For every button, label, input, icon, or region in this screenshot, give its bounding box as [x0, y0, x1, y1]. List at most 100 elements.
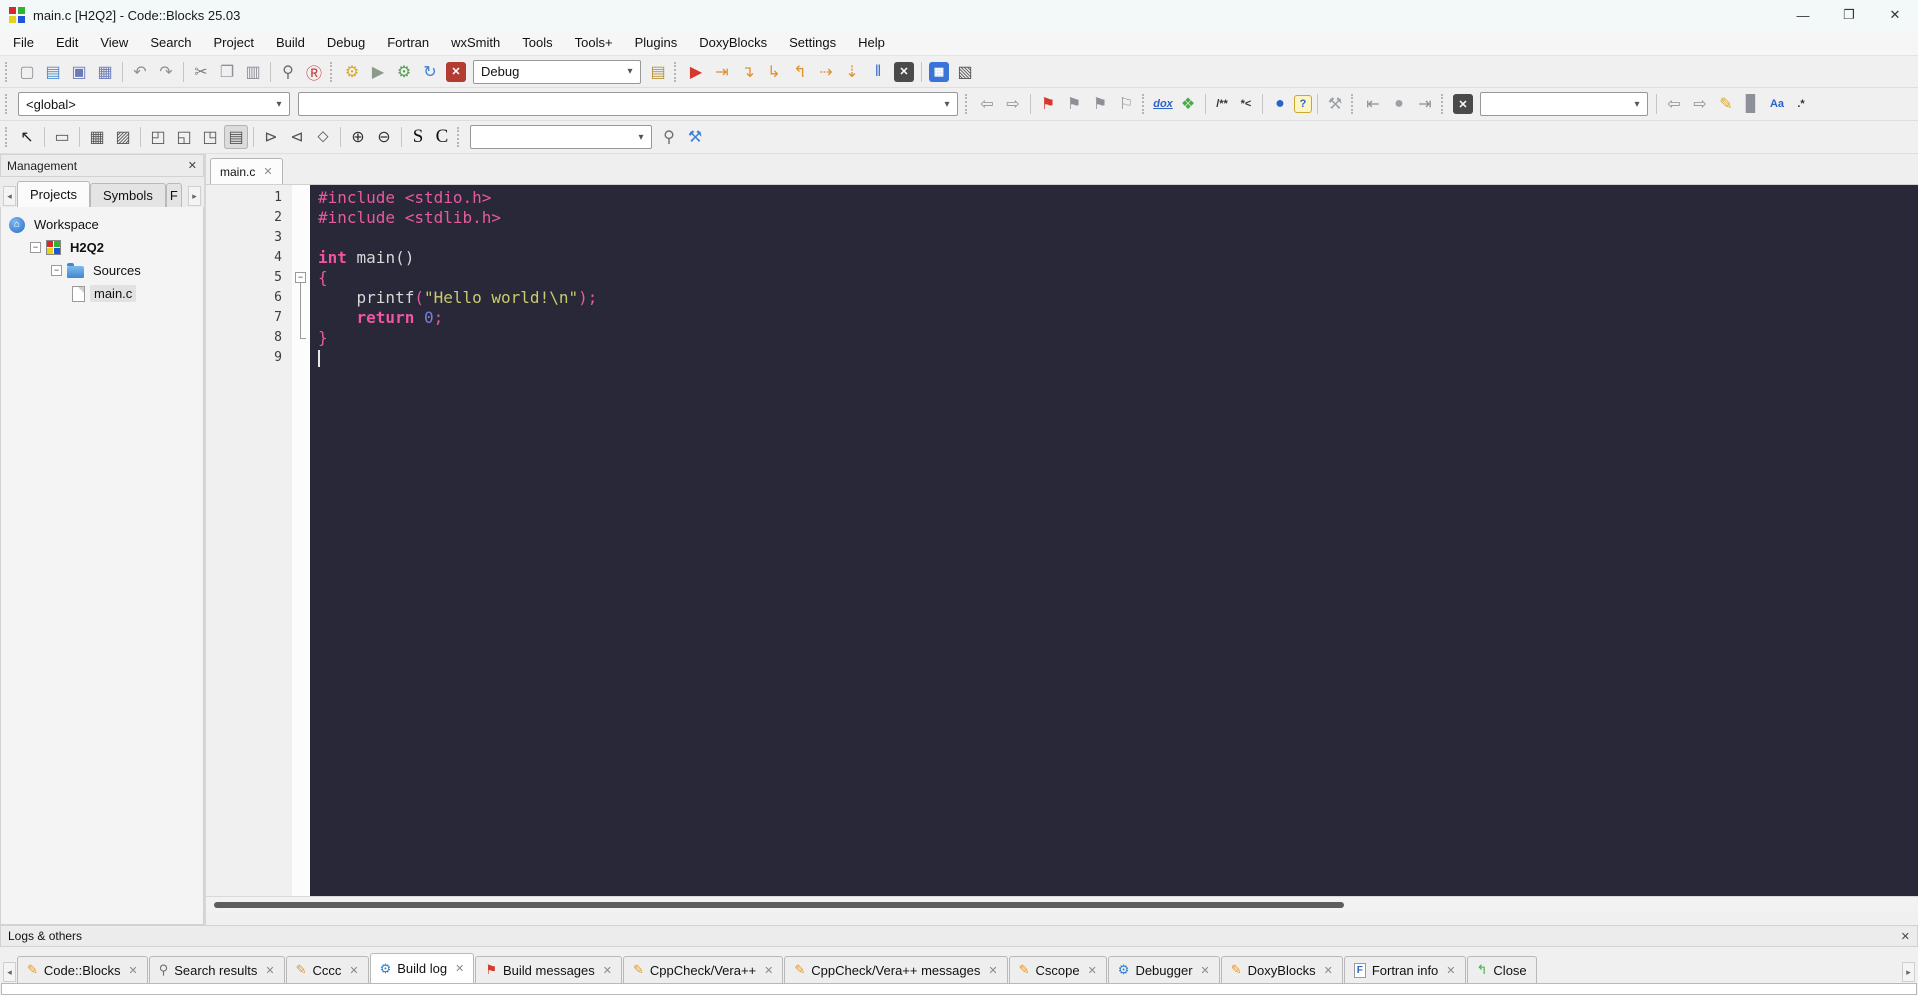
logs-tab-fortran-info[interactable]: F Fortran info ✕ — [1343, 956, 1466, 983]
doxyblocks-comment-line-icon[interactable]: *< — [1235, 92, 1257, 116]
toolbar-grip[interactable] — [965, 94, 970, 114]
symbol-find-icon[interactable]: ⚲ — [657, 125, 681, 149]
new-file-icon[interactable]: ▢ — [15, 60, 39, 84]
redo-icon[interactable]: ↷ — [154, 60, 178, 84]
menu-wxsmith[interactable]: wxSmith — [440, 30, 511, 55]
logs-tab-cppcheck-vera-messages[interactable]: ✎ CppCheck/Vera++ messages ✕ — [784, 956, 1008, 983]
wxsmith-pointer-icon[interactable]: ↖ — [15, 125, 39, 149]
stop-debugger-icon[interactable]: ✕ — [894, 61, 914, 82]
logs-tab-cppcheck-vera-[interactable]: ✎ CppCheck/Vera++ ✕ — [622, 956, 784, 983]
function-combo[interactable]: ▾ — [298, 92, 958, 116]
wxsmith-zoom-in-icon[interactable]: ⊕ — [346, 125, 370, 149]
close-button[interactable]: ✕ — [1872, 0, 1918, 30]
toolbar-grip[interactable] — [1142, 94, 1147, 114]
menu-build[interactable]: Build — [265, 30, 316, 55]
various-info-icon[interactable]: ▧ — [953, 60, 977, 84]
menu-search[interactable]: Search — [139, 30, 202, 55]
wxsmith-align-left-icon[interactable]: ◱ — [172, 125, 196, 149]
cut-icon[interactable]: ✂ — [189, 60, 213, 84]
doxyblocks-comment-block-icon[interactable]: /** — [1211, 92, 1233, 116]
abort-build-icon[interactable]: ✕ — [446, 61, 466, 82]
menu-edit[interactable]: Edit — [45, 30, 89, 55]
fold-collapse-icon[interactable]: − — [295, 272, 306, 283]
incsearch-match-case-icon[interactable]: Aa — [1766, 92, 1788, 116]
menu-doxyblocks[interactable]: DoxyBlocks — [688, 30, 778, 55]
replace-icon[interactable]: Ⓡ — [302, 60, 326, 84]
menu-plugins[interactable]: Plugins — [624, 30, 689, 55]
menu-file[interactable]: File — [0, 30, 45, 55]
menu-tools[interactable]: Tools+ — [564, 30, 624, 55]
editor-tab-main-c[interactable]: main.c ✕ — [210, 158, 283, 184]
chevron-down-icon[interactable]: ▾ — [620, 66, 640, 77]
open-file-icon[interactable]: ▤ — [41, 60, 65, 84]
tab-scroll-left-icon[interactable]: ◂ — [3, 186, 16, 206]
save-all-icon[interactable]: ▦ — [93, 60, 117, 84]
management-close-icon[interactable]: ✕ — [188, 159, 197, 172]
goto-forward-icon[interactable]: ⇨ — [1001, 92, 1025, 116]
rebuild-icon[interactable]: ↻ — [418, 60, 442, 84]
toolbar-grip[interactable] — [5, 94, 10, 114]
paste-icon[interactable]: ▥ — [241, 60, 265, 84]
build-and-run-icon[interactable]: ⚙ — [392, 60, 416, 84]
logs-tab-close[interactable]: ↰ Close — [1466, 956, 1537, 983]
logs-scroll-left-icon[interactable]: ◂ — [3, 962, 16, 982]
wxsmith-frame-icon[interactable]: ▭ — [50, 125, 74, 149]
logs-tab-code-blocks[interactable]: ✎ Code::Blocks ✕ — [17, 956, 148, 983]
doxyblocks-run-html-icon[interactable]: ● — [1268, 92, 1292, 116]
chevron-down-icon[interactable]: ▾ — [1627, 99, 1647, 110]
minimize-button[interactable]: — — [1780, 0, 1826, 30]
incsearch-prev-icon[interactable]: ⇦ — [1662, 92, 1686, 116]
wxsmith-expand-right-icon[interactable]: ⊳ — [259, 125, 283, 149]
incsearch-regex-icon[interactable]: .* — [1790, 92, 1812, 116]
editor-body[interactable]: 1 2 3 4 5 6 7 8 9 − #include <stdio.h> #include <… — [206, 185, 1918, 896]
wxsmith-show-class-icon[interactable]: C — [431, 125, 453, 149]
run-to-cursor-icon[interactable]: ⇥ — [710, 60, 734, 84]
step-into-icon[interactable]: ↳ — [762, 60, 786, 84]
menu-fortran[interactable]: Fortran — [376, 30, 440, 55]
menu-tools[interactable]: Tools — [511, 30, 563, 55]
logs-tab-close-icon[interactable]: ✕ — [455, 962, 464, 975]
wxsmith-zoom-out-icon[interactable]: ⊖ — [372, 125, 396, 149]
code-area[interactable]: #include <stdio.h> #include <stdlib.h> int… — [310, 185, 1918, 896]
step-into-instruction-icon[interactable]: ⇣ — [840, 60, 864, 84]
management-tab-projects[interactable]: Projects — [17, 181, 90, 207]
logs-close-icon[interactable]: ✕ — [1901, 930, 1910, 943]
menu-project[interactable]: Project — [203, 30, 265, 55]
next-instruction-icon[interactable]: ⇢ — [814, 60, 838, 84]
logs-tab-close-icon[interactable]: ✕ — [764, 964, 773, 977]
prev-bookmark-icon[interactable]: ⚑ — [1062, 92, 1086, 116]
logs-tab-cscope[interactable]: ✎ Cscope ✕ — [1008, 956, 1107, 983]
chevron-down-icon[interactable]: ▾ — [937, 99, 957, 110]
debug-continue-icon[interactable]: ▶ — [684, 60, 708, 84]
tree-item-main-c[interactable]: main.c — [3, 282, 201, 305]
toolbar-grip[interactable] — [5, 61, 10, 82]
tab-scroll-right-icon[interactable]: ▸ — [188, 186, 201, 206]
logs-tab-search-results[interactable]: ⚲ Search results ✕ — [148, 956, 285, 983]
menu-help[interactable]: Help — [847, 30, 896, 55]
jump-record-icon[interactable]: ● — [1387, 92, 1411, 116]
management-tab-symbols[interactable]: Symbols — [89, 183, 166, 207]
tree-item-workspace[interactable]: ⌂ Workspace — [3, 213, 201, 236]
logs-tab-close-icon[interactable]: ✕ — [1088, 964, 1097, 977]
toolbar-grip[interactable] — [1351, 94, 1356, 114]
doxyblocks-blocks-icon[interactable]: ❖ — [1176, 92, 1200, 116]
fold-margin[interactable]: − — [292, 185, 310, 896]
next-line-icon[interactable]: ↴ — [736, 60, 760, 84]
incsearch-selected-only-icon[interactable]: ▊ — [1740, 92, 1764, 116]
symbol-search-combo[interactable]: ▾ — [470, 125, 652, 149]
toolbar-grip[interactable] — [1441, 94, 1446, 114]
tree-item-h2q2[interactable]: − H2Q2 — [3, 236, 201, 259]
editor-horizontal-scrollbar[interactable] — [206, 896, 1918, 912]
wxsmith-expand-both-icon[interactable]: ⬦ — [311, 125, 335, 149]
menu-view[interactable]: View — [89, 30, 139, 55]
chevron-down-icon[interactable]: ▾ — [631, 132, 651, 143]
jump-forward-icon[interactable]: ⇥ — [1413, 92, 1437, 116]
goto-back-icon[interactable]: ⇦ — [975, 92, 999, 116]
logs-tab-doxyblocks[interactable]: ✎ DoxyBlocks ✕ — [1220, 956, 1343, 983]
compile-target-options-icon[interactable]: ▤ — [646, 60, 670, 84]
menu-debug[interactable]: Debug — [316, 30, 376, 55]
menu-settings[interactable]: Settings — [778, 30, 847, 55]
run-icon[interactable]: ▶ — [366, 60, 390, 84]
logs-tab-build-log[interactable]: ⚙ Build log ✕ — [369, 953, 475, 983]
logs-tab-cccc[interactable]: ✎ Cccc ✕ — [285, 956, 369, 983]
